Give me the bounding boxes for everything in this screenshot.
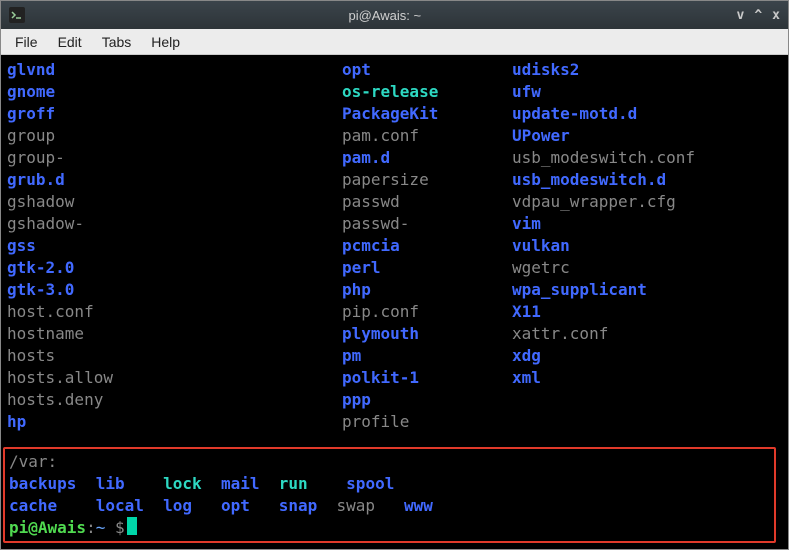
fs-entry: opt: [221, 496, 279, 515]
fs-entry: plymouth: [342, 324, 419, 343]
fs-entry: vim: [512, 214, 541, 233]
fs-entry: grub.d: [7, 170, 65, 189]
fs-entry: glvnd: [7, 60, 55, 79]
fs-entry: lock: [163, 474, 221, 493]
prompt-user: pi@Awais: [9, 518, 86, 537]
fs-entry: host.conf: [7, 302, 94, 321]
fs-entry: gtk-3.0: [7, 280, 74, 299]
minimize-button[interactable]: v: [737, 8, 745, 23]
fs-entry: passwd-: [342, 214, 409, 233]
fs-entry: lib: [96, 474, 163, 493]
window-title: pi@Awais: ~: [33, 8, 737, 23]
menu-file[interactable]: File: [5, 31, 48, 53]
fs-entry: group: [7, 126, 55, 145]
terminal-icon: [9, 7, 25, 23]
fs-entry: ppp: [342, 390, 371, 409]
maximize-button[interactable]: ^: [754, 8, 762, 23]
prompt-dollar: $: [105, 518, 124, 537]
fs-entry: hosts: [7, 346, 55, 365]
fs-entry: mail: [221, 474, 279, 493]
fs-entry: pm: [342, 346, 361, 365]
fs-entry: X11: [512, 302, 541, 321]
fs-entry: ufw: [512, 82, 541, 101]
cursor: [127, 517, 137, 535]
fs-entry: passwd: [342, 192, 400, 211]
fs-entry: hp: [7, 412, 26, 431]
fs-entry: www: [404, 496, 443, 515]
fs-entry: spool: [346, 474, 404, 493]
fs-entry: gtk-2.0: [7, 258, 74, 277]
fs-entry: profile: [342, 412, 409, 431]
fs-entry: pcmcia: [342, 236, 400, 255]
var-row-2: cache local log opt snap swap www: [9, 495, 770, 517]
prompt-colon: :: [86, 518, 96, 537]
fs-entry: cache: [9, 496, 96, 515]
fs-entry: opt: [342, 60, 371, 79]
prompt-line: pi@Awais:~ $: [9, 517, 770, 539]
terminal-window: pi@Awais: ~ v ^ x File Edit Tabs Help gl…: [0, 0, 789, 550]
ls-output: glvnd gnome groff group group- grub.d gs…: [7, 59, 782, 433]
fs-entry: php: [342, 280, 371, 299]
close-button[interactable]: x: [772, 8, 780, 23]
fs-entry: wpa_supplicant: [512, 280, 647, 299]
fs-entry: gshadow-: [7, 214, 84, 233]
menu-edit[interactable]: Edit: [48, 31, 92, 53]
prompt-path: ~: [96, 518, 106, 537]
fs-entry: hostname: [7, 324, 84, 343]
fs-entry: gss: [7, 236, 36, 255]
fs-entry: perl: [342, 258, 381, 277]
fs-entry: update-motd.d: [512, 104, 637, 123]
fs-entry: pam.conf: [342, 126, 419, 145]
fs-entry: hosts.allow: [7, 368, 113, 387]
fs-entry: polkit-1: [342, 368, 419, 387]
fs-entry: vulkan: [512, 236, 570, 255]
fs-entry: local: [96, 496, 163, 515]
fs-entry: xattr.conf: [512, 324, 608, 343]
fs-entry: PackageKit: [342, 104, 438, 123]
menubar: File Edit Tabs Help: [1, 29, 788, 55]
fs-entry: hosts.deny: [7, 390, 103, 409]
fs-entry: usb_modeswitch.d: [512, 170, 666, 189]
fs-entry: UPower: [512, 126, 570, 145]
fs-entry: pam.d: [342, 148, 390, 167]
titlebar[interactable]: pi@Awais: ~ v ^ x: [1, 1, 788, 29]
menu-tabs[interactable]: Tabs: [92, 31, 142, 53]
fs-entry: group-: [7, 148, 65, 167]
fs-entry: pip.conf: [342, 302, 419, 321]
fs-entry: gshadow: [7, 192, 74, 211]
menu-help[interactable]: Help: [141, 31, 190, 53]
var-row-1: backups lib lock mail run spool: [9, 473, 770, 495]
fs-entry: swap: [337, 496, 404, 515]
fs-entry: gnome: [7, 82, 55, 101]
fs-entry: xdg: [512, 346, 541, 365]
fs-entry: udisks2: [512, 60, 579, 79]
fs-entry: run: [279, 474, 346, 493]
terminal-area[interactable]: glvnd gnome groff group group- grub.d gs…: [1, 55, 788, 549]
fs-entry: xml: [512, 368, 541, 387]
fs-entry: backups: [9, 474, 96, 493]
fs-entry: groff: [7, 104, 55, 123]
fs-entry: usb_modeswitch.conf: [512, 148, 695, 167]
fs-entry: log: [163, 496, 221, 515]
fs-entry: papersize: [342, 170, 429, 189]
fs-entry: os-release: [342, 82, 438, 101]
fs-entry: wgetrc: [512, 258, 570, 277]
highlight-box: /var: backups lib lock mail run spool ca…: [3, 447, 776, 543]
fs-entry: vdpau_wrapper.cfg: [512, 192, 676, 211]
fs-entry: snap: [279, 496, 337, 515]
var-header: /var:: [9, 451, 770, 473]
